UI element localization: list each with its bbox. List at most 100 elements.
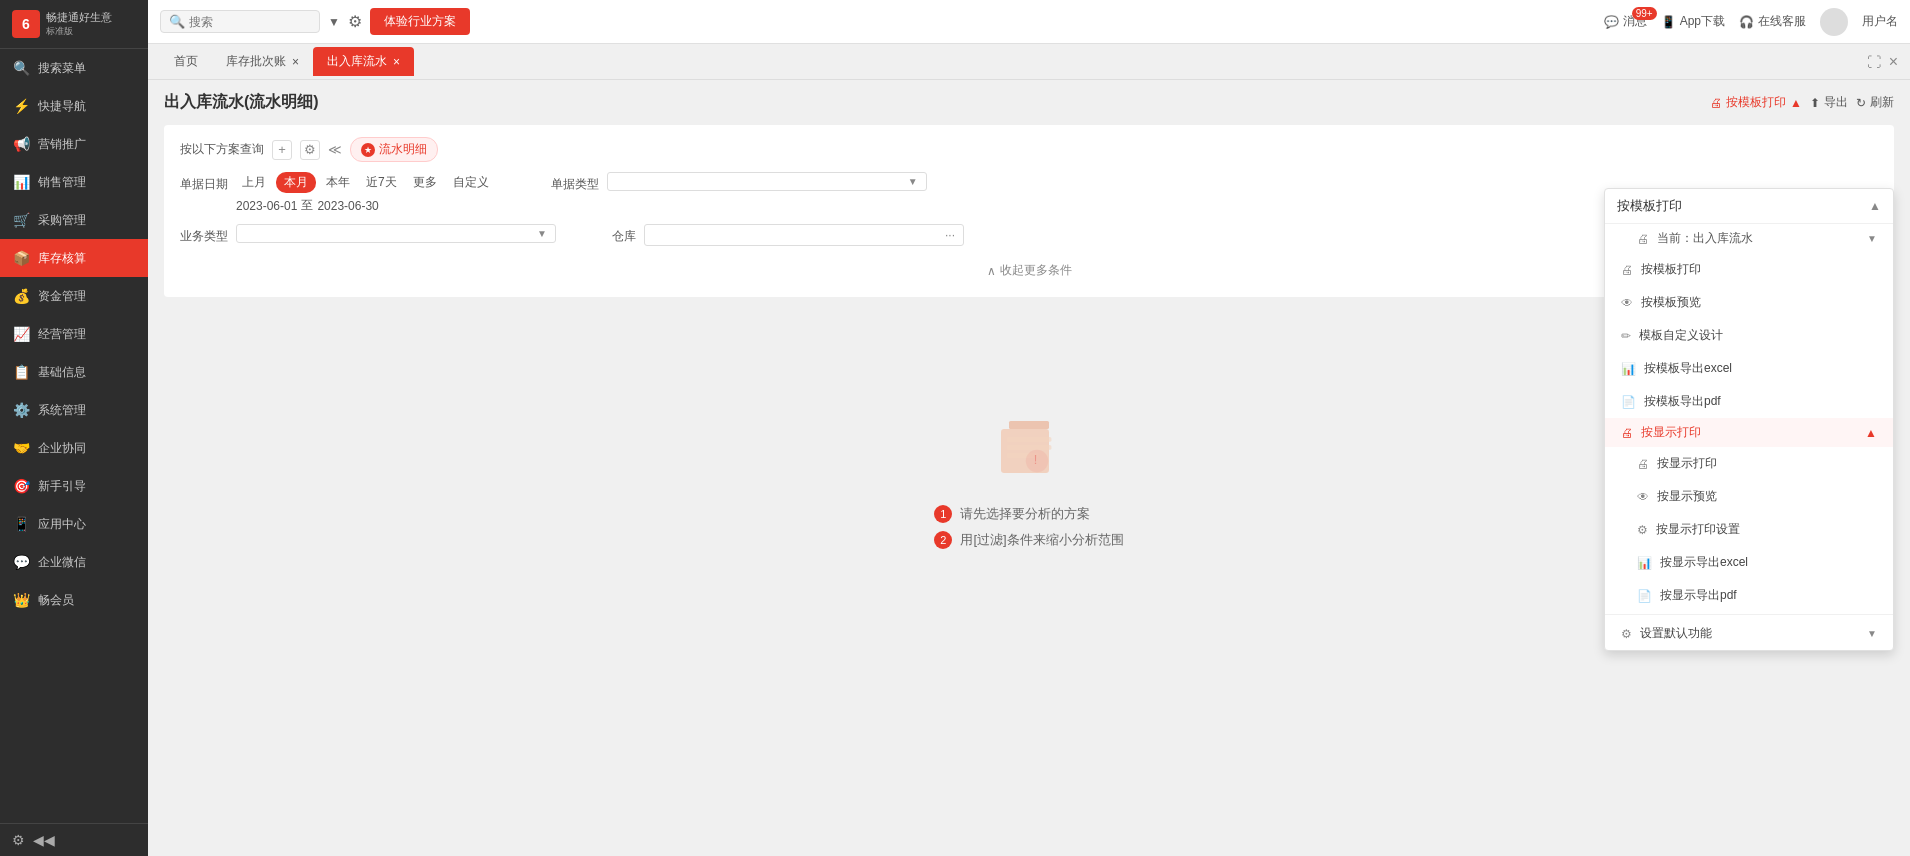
date-opt-this-month[interactable]: 本月 [276, 172, 316, 193]
tab-maximize-icon[interactable]: ⛶ [1867, 54, 1881, 70]
date-opt-7days[interactable]: 近7天 [360, 172, 403, 193]
svg-rect-1 [1009, 421, 1049, 429]
step-2-num: 2 [934, 531, 952, 549]
app-download-label: App下载 [1680, 13, 1725, 30]
business-type-select[interactable]: ▼ [236, 224, 556, 243]
template-preview-item[interactable]: 👁 按模板预览 [1605, 286, 1893, 319]
set-default-icon: ⚙ [1621, 627, 1632, 641]
display-print-section-label: 按显示打印 [1641, 424, 1857, 441]
date-range: 2023-06-01 至 2023-06-30 [236, 197, 495, 214]
date-opt-more[interactable]: 更多 [407, 172, 443, 193]
filter-add-button[interactable]: + [272, 140, 292, 160]
tab-flow[interactable]: 出入库流水 × [313, 47, 414, 76]
page-actions: 🖨 按模板打印 ▲ ⬆ 导出 ↻ 刷新 [1710, 94, 1894, 111]
template-print-icon: 🖨 [1621, 263, 1633, 277]
collapse-sidebar-icon[interactable]: ◀◀ [33, 832, 55, 848]
date-from: 2023-06-01 [236, 199, 297, 213]
sidebar-item-collab[interactable]: 🤝 企业协同 [0, 429, 148, 467]
app-download-button[interactable]: 📱 App下载 [1661, 13, 1725, 30]
sidebar-item-system[interactable]: ⚙️ 系统管理 [0, 391, 148, 429]
display-print-item[interactable]: 🖨 按显示打印 [1605, 447, 1893, 480]
logo-icon: 6 [12, 10, 40, 38]
sidebar-item-operations[interactable]: 📈 经营管理 [0, 315, 148, 353]
settings-icon[interactable]: ⚙ [12, 832, 25, 848]
template-print-item[interactable]: 🖨 按模板打印 [1605, 253, 1893, 286]
sidebar-item-marketing[interactable]: 📢 营销推广 [0, 125, 148, 163]
business-type-field: 业务类型 ▼ [180, 224, 556, 245]
step-1-num: 1 [934, 505, 952, 523]
empty-steps: 1 请先选择要分析的方案 2 用[过滤]条件来缩小分析范围 [934, 505, 1123, 557]
date-opt-custom[interactable]: 自定义 [447, 172, 495, 193]
warehouse-label: 仓库 [612, 228, 636, 245]
dropdown-panel-header: 按模板打印 ▲ [1605, 189, 1893, 224]
display-settings-item[interactable]: ⚙ 按显示打印设置 [1605, 513, 1893, 546]
sidebar-item-appcenter[interactable]: 📱 应用中心 [0, 505, 148, 543]
export-label: 导出 [1824, 94, 1848, 111]
search-box[interactable]: 🔍 [160, 10, 320, 33]
set-default-item[interactable]: ⚙ 设置默认功能 ▼ [1605, 617, 1893, 650]
date-options: 上月 本月 本年 近7天 更多 自定义 [236, 172, 495, 193]
display-pdf-item[interactable]: 📄 按显示导出pdf [1605, 579, 1893, 612]
warehouse-more-icon[interactable]: ··· [945, 228, 955, 242]
sidebar-item-finance[interactable]: 💰 资金管理 [0, 277, 148, 315]
date-options-group: 上月 本月 本年 近7天 更多 自定义 2023-06-01 至 2023-06… [236, 172, 495, 214]
filter-collapse-button[interactable]: ≪ [328, 142, 342, 157]
page-header: 出入库流水(流水明细) 🖨 按模板打印 ▲ ⬆ 导出 ↻ 刷新 [164, 92, 1894, 113]
filter-header: 按以下方案查询 + ⚙ ≪ ★ 流水明细 [180, 137, 1878, 162]
message-button[interactable]: 💬 消息 99+ [1604, 13, 1647, 30]
display-preview-item[interactable]: 👁 按显示预览 [1605, 480, 1893, 513]
svg-rect-2 [1007, 437, 1052, 442]
tab-home-label: 首页 [174, 53, 198, 70]
search-input[interactable] [189, 15, 289, 29]
sidebar-item-basic[interactable]: 📋 基础信息 [0, 353, 148, 391]
filter-settings-button[interactable]: ⚙ [300, 140, 320, 160]
svg-rect-3 [1007, 445, 1052, 450]
export-button[interactable]: ⬆ 导出 [1810, 94, 1848, 111]
warehouse-input[interactable]: ··· [644, 224, 964, 246]
template-custom-item[interactable]: ✏ 模板自定义设计 [1605, 319, 1893, 352]
sidebar-item-label-purchase: 采购管理 [38, 212, 86, 229]
step-2-text: 用[过滤]条件来缩小分析范围 [960, 531, 1123, 549]
template-preview-icon: 👁 [1621, 296, 1633, 310]
sidebar-item-inventory[interactable]: 📦 库存核算 [0, 239, 148, 277]
sidebar-item-search[interactable]: 🔍 搜索菜单 [0, 49, 148, 87]
display-excel-item[interactable]: 📊 按显示导出excel [1605, 546, 1893, 579]
date-opt-last-month[interactable]: 上月 [236, 172, 272, 193]
template-excel-item[interactable]: 📊 按模板导出excel [1605, 352, 1893, 385]
display-pdf-icon: 📄 [1637, 589, 1652, 603]
search-dropdown-icon[interactable]: ▼ [328, 15, 340, 29]
tab-flow-close[interactable]: × [393, 55, 400, 69]
tab-batch-close[interactable]: × [292, 55, 299, 69]
doc-type-select[interactable]: ▼ [607, 172, 927, 191]
date-opt-this-year[interactable]: 本年 [320, 172, 356, 193]
display-print-section[interactable]: 🖨 按显示打印 ▲ [1605, 418, 1893, 447]
tab-batch[interactable]: 库存批次账 × [212, 47, 313, 76]
sidebar-item-purchase[interactable]: 🛒 采购管理 [0, 201, 148, 239]
dropdown-panel-toggle[interactable]: ▲ [1869, 199, 1881, 213]
dropdown-current: 🖨 当前：出入库流水 ▼ [1605, 224, 1893, 253]
sidebar-item-shortcut[interactable]: ⚡ 快捷导航 [0, 87, 148, 125]
sidebar-item-guide[interactable]: 🎯 新手引导 [0, 467, 148, 505]
tab-close-all-icon[interactable]: × [1889, 53, 1898, 71]
template-preview-label: 按模板预览 [1641, 294, 1877, 311]
display-settings-label: 按显示打印设置 [1656, 521, 1877, 538]
tab-home[interactable]: 首页 [160, 47, 212, 76]
sidebar-item-label-marketing: 营销推广 [38, 136, 86, 153]
business-type-arrow: ▼ [537, 228, 547, 239]
sidebar-item-label-shortcut: 快捷导航 [38, 98, 86, 115]
customer-service-button[interactable]: 🎧 在线客服 [1739, 13, 1806, 30]
print-template-button[interactable]: 🖨 按模板打印 ▲ [1710, 94, 1802, 111]
refresh-button[interactable]: ↻ 刷新 [1856, 94, 1894, 111]
template-pdf-item[interactable]: 📄 按模板导出pdf [1605, 385, 1893, 418]
sidebar-item-sales[interactable]: 📊 销售管理 [0, 163, 148, 201]
sidebar-item-wechat[interactable]: 💬 企业微信 [0, 543, 148, 581]
template-custom-label: 模板自定义设计 [1639, 327, 1877, 344]
sidebar-item-label-member: 畅会员 [38, 592, 74, 609]
gear-icon[interactable]: ⚙ [348, 12, 362, 31]
user-avatar[interactable] [1820, 8, 1848, 36]
trial-button[interactable]: 体验行业方案 [370, 8, 470, 35]
tab-flow-label: 出入库流水 [327, 53, 387, 70]
logo-name: 畅捷通好生意 [46, 10, 112, 24]
sidebar-item-member[interactable]: 👑 畅会员 [0, 581, 148, 619]
sidebar-item-icon-shortcut: ⚡ [12, 97, 30, 115]
